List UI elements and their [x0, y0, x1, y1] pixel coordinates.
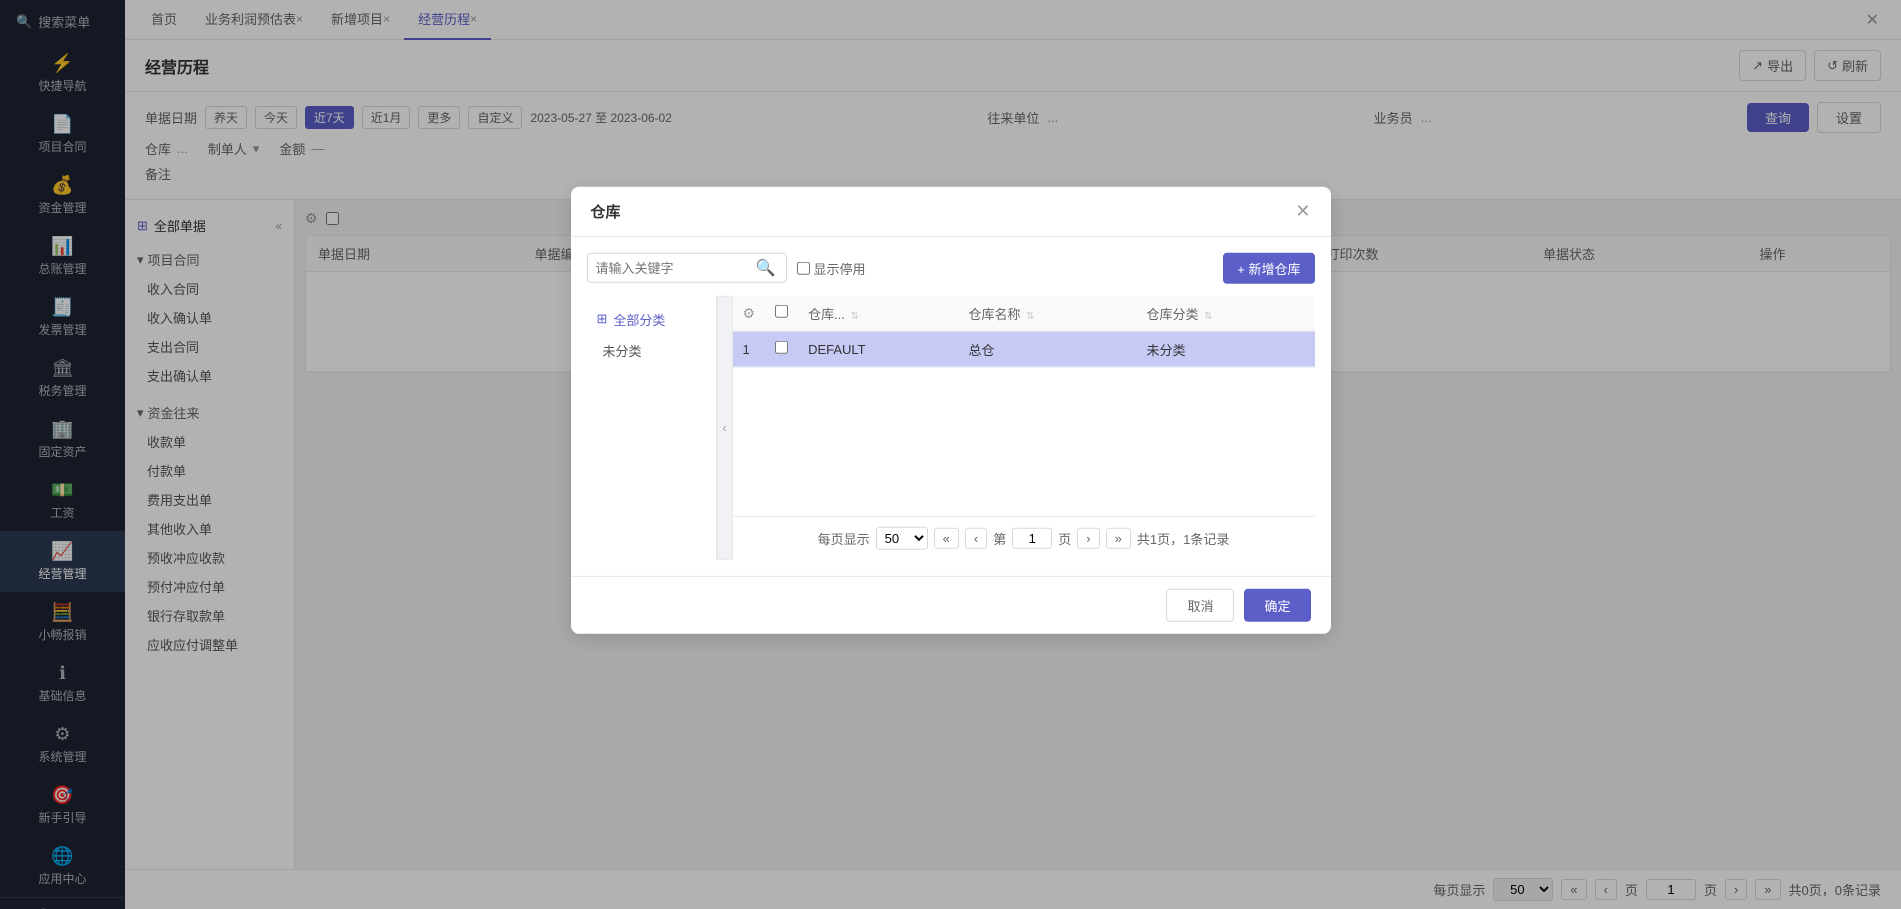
modal-page-input[interactable] — [1012, 527, 1052, 548]
modal-col-code: 仓库... ⇅ — [798, 295, 958, 331]
sort-arrows-code[interactable]: ⇅ — [851, 310, 859, 321]
modal-search-input[interactable] — [596, 260, 756, 275]
category-unclassified-label: 未分类 — [603, 343, 642, 358]
modal-header: 仓库 ✕ — [571, 186, 1331, 236]
modal-table-panel: ⚙ 仓库... ⇅ 仓库名称 — [733, 295, 1315, 559]
show-disabled-checkbox[interactable] — [797, 261, 810, 274]
modal-col-settings: ⚙ — [733, 295, 766, 331]
add-warehouse-button[interactable]: + 新增仓库 — [1223, 252, 1314, 283]
modal-page-label: 第 — [993, 528, 1006, 547]
show-disabled-text: 显示停用 — [814, 258, 866, 277]
modal-table-row[interactable]: 1 DEFAULT 总仓 未分类 — [733, 331, 1315, 367]
show-disabled-label[interactable]: 显示停用 — [797, 258, 866, 277]
modal-last-page-btn[interactable]: » — [1106, 527, 1131, 548]
modal-row-category: 未分类 — [1137, 331, 1315, 367]
warehouse-modal: 仓库 ✕ 🔍 显示停用 + 新增仓库 — [571, 186, 1331, 633]
modal-search-box: 🔍 — [587, 253, 787, 283]
modal-col-name: 仓库名称 ⇅ — [959, 295, 1137, 331]
modal-row-code: DEFAULT — [798, 331, 958, 367]
modal-close-button[interactable]: ✕ — [1295, 200, 1310, 221]
category-unclassified[interactable]: 未分类 — [587, 334, 716, 365]
modal-total-label: 共1页，1条记录 — [1137, 528, 1229, 547]
category-all-label: 全部分类 — [613, 309, 665, 328]
modal-panel-collapse[interactable]: ‹ — [717, 295, 733, 559]
modal-next-page-btn[interactable]: › — [1077, 527, 1099, 548]
modal-col-checkbox — [765, 295, 798, 331]
category-grid-icon: ⊞ — [597, 311, 608, 327]
modal-search-icon[interactable]: 🔍 — [756, 258, 776, 278]
category-all[interactable]: ⊞ 全部分类 — [587, 303, 716, 334]
modal-per-page-select[interactable]: 50 100 — [876, 526, 928, 549]
modal-body: 🔍 显示停用 + 新增仓库 ⊞ 全部分类 未分类 — [571, 236, 1331, 575]
sort-arrows-name[interactable]: ⇅ — [1026, 310, 1034, 321]
modal-per-page-label: 每页显示 — [818, 528, 870, 547]
modal-row-num: 1 — [733, 331, 766, 367]
modal-footer: 取消 确定 — [571, 575, 1331, 633]
modal-toolbar: 🔍 显示停用 + 新增仓库 — [587, 252, 1315, 283]
modal-page-suffix: 页 — [1058, 528, 1071, 547]
modal-toolbar-left: 🔍 显示停用 — [587, 253, 866, 283]
modal-select-all-checkbox[interactable] — [775, 305, 788, 318]
modal-row-select-checkbox[interactable] — [775, 341, 788, 354]
modal-confirm-button[interactable]: 确定 — [1244, 588, 1310, 621]
modal-first-page-btn[interactable]: « — [934, 527, 959, 548]
add-warehouse-label: + 新增仓库 — [1237, 258, 1300, 277]
modal-settings-icon[interactable]: ⚙ — [743, 304, 756, 320]
modal-warehouse-table: ⚙ 仓库... ⇅ 仓库名称 — [733, 295, 1315, 367]
modal-col-category: 仓库分类 ⇅ — [1137, 295, 1315, 331]
sort-arrows-category[interactable]: ⇅ — [1204, 310, 1212, 321]
modal-pagination: 每页显示 50 100 « ‹ 第 页 › » 共1页，1条记录 — [733, 515, 1315, 559]
modal-cancel-button[interactable]: 取消 — [1166, 588, 1234, 621]
modal-row-checkbox[interactable] — [765, 331, 798, 367]
modal-title: 仓库 — [591, 200, 621, 221]
modal-category-panel: ⊞ 全部分类 未分类 — [587, 295, 717, 559]
modal-row-name: 总仓 — [959, 331, 1137, 367]
modal-content: ⊞ 全部分类 未分类 ‹ ⚙ — [587, 295, 1315, 559]
modal-prev-page-btn[interactable]: ‹ — [965, 527, 987, 548]
